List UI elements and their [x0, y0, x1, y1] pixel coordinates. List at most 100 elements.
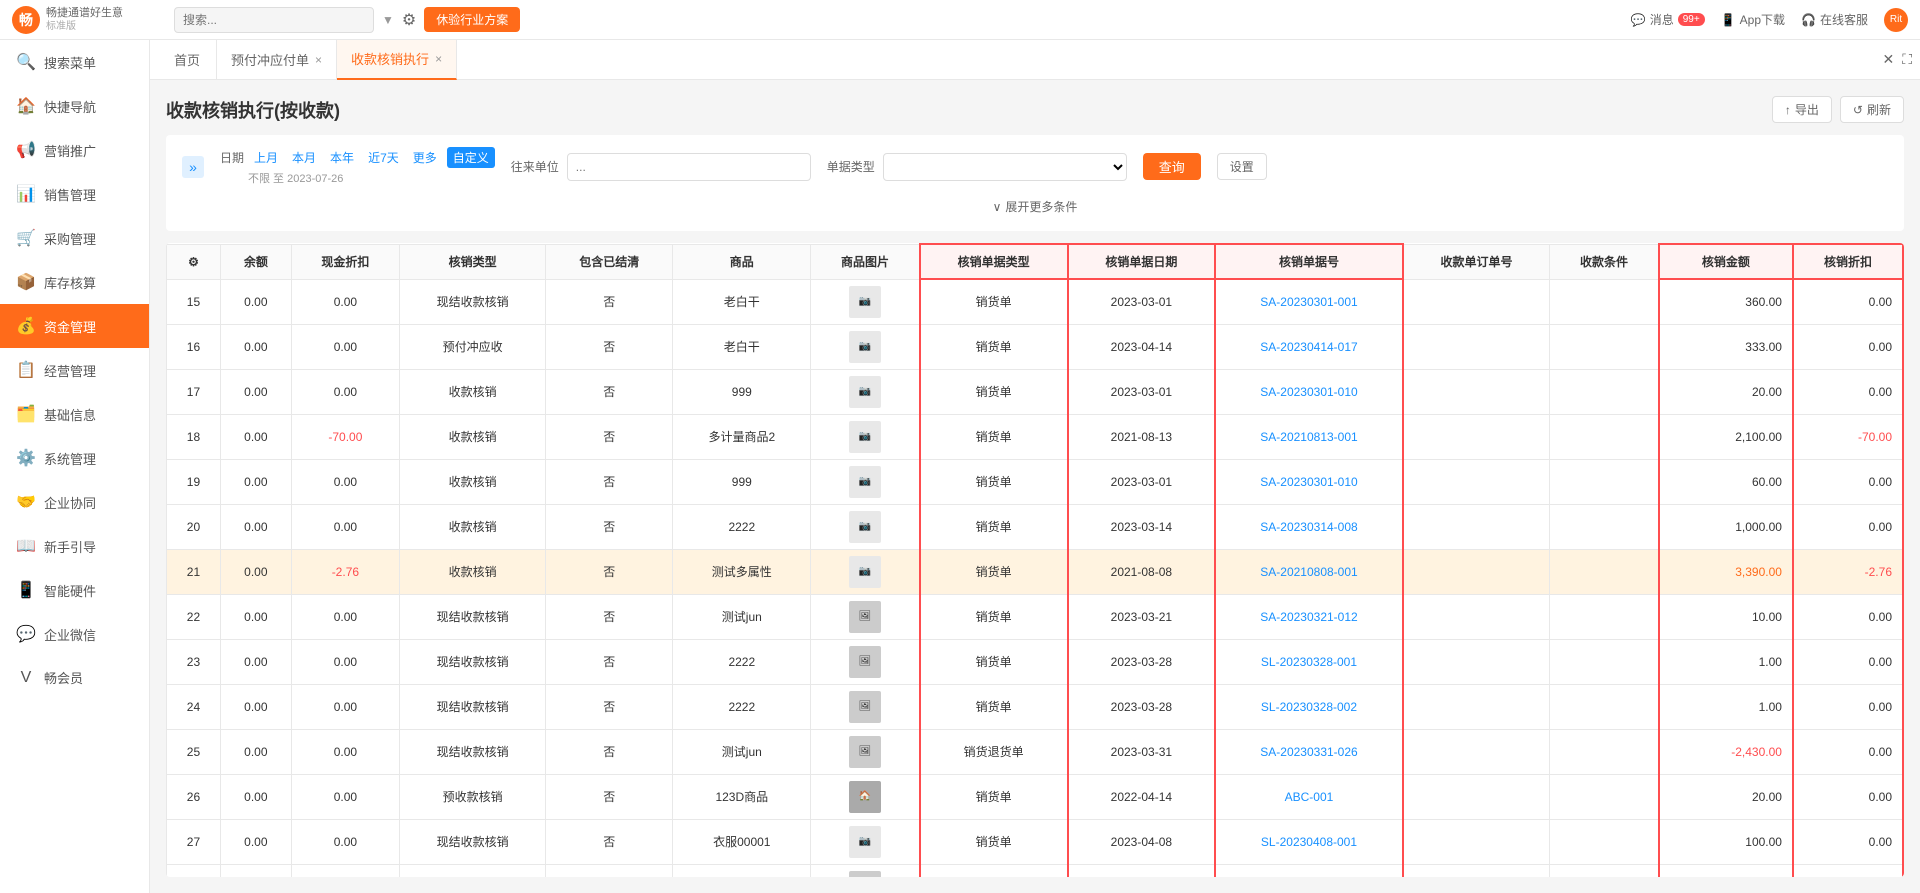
verify-bill-no-link[interactable]: SA-20210813-001 — [1260, 430, 1357, 444]
system-icon: ⚙️ — [16, 448, 36, 468]
voucher-type-select[interactable] — [883, 153, 1127, 181]
goods-thumbnail-icon: 📷 — [859, 296, 871, 307]
cell-cash-discount: 0.00 — [291, 369, 399, 414]
cell-goods-img: 🖼 — [811, 684, 920, 729]
sidebar-item-quick-nav[interactable]: 🏠快捷导航 — [0, 84, 149, 128]
cell-verify-bill-type: 销货单 — [920, 324, 1068, 369]
verify-bill-no-link[interactable]: SA-20230321-012 — [1260, 610, 1357, 624]
cell-verify-type: 现结收款核销 — [400, 729, 546, 774]
sidebar-item-search-menu[interactable]: 🔍搜索菜单 — [0, 40, 149, 84]
cell-seq: 16 — [167, 324, 221, 369]
dropdown-arrow-icon[interactable]: ▼ — [382, 13, 394, 27]
cell-verify-bill-type: 销货单 — [920, 279, 1068, 324]
sidebar-item-finance[interactable]: 💰资金管理 — [0, 304, 149, 348]
tab-home[interactable]: 首页 — [158, 40, 217, 80]
window-close-icon[interactable]: ✕ — [1882, 51, 1894, 68]
verify-bill-no-link[interactable]: SA-20210808-001 — [1260, 565, 1357, 579]
cell-goods: 老白干 — [673, 279, 811, 324]
cell-receipt-condition — [1550, 324, 1659, 369]
cell-verify-bill-no: ABC-001 — [1215, 774, 1403, 819]
sidebar-label-marketing: 营销推广 — [44, 141, 96, 160]
counterparty-input[interactable] — [567, 153, 811, 181]
refresh-button[interactable]: ↺ 刷新 — [1840, 96, 1904, 123]
cell-verify-bill-no: SL-20230328-002 — [1215, 684, 1403, 729]
expand-conditions-btn[interactable]: ∨ 展开更多条件 — [182, 194, 1888, 219]
sidebar-item-basic[interactable]: 🗂️基础信息 — [0, 392, 149, 436]
cell-balance: 0.00 — [220, 729, 291, 774]
cell-goods-img: 📷 — [811, 369, 920, 414]
app-download-btn[interactable]: 📱 App下载 — [1721, 11, 1785, 28]
cell-goods-img: 📷 — [811, 279, 920, 324]
sidebar-item-system[interactable]: ⚙️系统管理 — [0, 436, 149, 480]
cell-seq: 23 — [167, 639, 221, 684]
cell-goods: 123D商品 — [673, 774, 811, 819]
sidebar-item-wechat[interactable]: 💬企业微信 — [0, 612, 149, 656]
sidebar-item-smart-hardware[interactable]: 📱智能硬件 — [0, 568, 149, 612]
cell-verify-amount: 20.00 — [1659, 369, 1793, 414]
cell-cash-discount: 0.00 — [291, 684, 399, 729]
cell-included: 否 — [546, 864, 673, 877]
voucher-type-filter: 单据类型 — [827, 153, 1127, 181]
cell-verify-bill-type: 销货单 — [920, 504, 1068, 549]
cell-included: 否 — [546, 684, 673, 729]
th-verify-bill-date: 核销单据日期 — [1068, 244, 1216, 279]
goods-thumbnail-icon: 📷 — [859, 386, 871, 397]
sidebar-item-inventory[interactable]: 📦库存核算 — [0, 260, 149, 304]
online-service-btn[interactable]: 🎧 在线客服 — [1801, 11, 1868, 28]
industry-btn[interactable]: 休验行业方案 — [424, 7, 520, 32]
tab-prepay-close[interactable]: × — [315, 53, 322, 67]
date-btn-more[interactable]: 更多 — [409, 147, 441, 168]
settings-icon[interactable]: ⚙ — [402, 10, 416, 30]
cell-verify-bill-no: SA-20230301-010 — [1215, 369, 1403, 414]
cell-verify-amount: 1,000.00 — [1659, 504, 1793, 549]
avatar[interactable]: Rit — [1884, 8, 1908, 32]
filter-expand-btn[interactable]: » — [182, 156, 204, 178]
verify-bill-no-link[interactable]: SA-20230301-010 — [1260, 385, 1357, 399]
verify-bill-no-link[interactable]: SL-20230328-001 — [1261, 655, 1357, 669]
query-button[interactable]: 查询 — [1143, 153, 1201, 180]
tab-receipt-verify-close[interactable]: × — [435, 52, 442, 66]
cell-verify-bill-no: SA-20230414-017 — [1215, 324, 1403, 369]
verify-bill-no-link[interactable]: SA-20230314-008 — [1260, 520, 1357, 534]
window-maximize-icon[interactable]: ⛶ — [1902, 51, 1912, 68]
header-actions: ↑ 导出 ↺ 刷新 — [1772, 96, 1904, 123]
tab-receipt-verify[interactable]: 收款核销执行 × — [337, 40, 457, 80]
verify-bill-no-link[interactable]: SA-20230331-026 — [1260, 745, 1357, 759]
verify-bill-no-link[interactable]: SL-20230408-001 — [1261, 835, 1357, 849]
message-btn[interactable]: 💬 消息 99+ — [1631, 11, 1705, 28]
table-row: 17 0.00 0.00 收款核销 否 999 📷 销货单 2023-03-01… — [167, 369, 1904, 414]
date-btn-custom[interactable]: 自定义 — [447, 147, 495, 168]
th-settings[interactable]: ⚙ — [167, 244, 221, 279]
verify-bill-no-link[interactable]: SA-20230414-017 — [1260, 340, 1357, 354]
table-row: 28 0.00 0.00 现结收款核销 否 2222 🖼 销货单 2023-04… — [167, 864, 1904, 877]
table-row: 24 0.00 0.00 现结收款核销 否 2222 🖼 销货单 2023-03… — [167, 684, 1904, 729]
settings-button[interactable]: 设置 — [1217, 153, 1267, 180]
sidebar-item-marketing[interactable]: 📢营销推广 — [0, 128, 149, 172]
verify-bill-no-link[interactable]: SA-20230301-010 — [1260, 475, 1357, 489]
cell-verify-bill-date: 2023-03-01 — [1068, 459, 1216, 504]
sidebar-label-wechat: 企业微信 — [44, 625, 96, 644]
cell-included: 否 — [546, 774, 673, 819]
date-btn-last-month[interactable]: 上月 — [250, 147, 282, 168]
verify-bill-no-link[interactable]: SA-20230301-001 — [1260, 295, 1357, 309]
date-btn-this-year[interactable]: 本年 — [326, 147, 358, 168]
top-search-input[interactable] — [174, 7, 374, 33]
tab-prepay-label: 预付冲应付单 — [231, 50, 309, 69]
sidebar-item-sales[interactable]: 📊销售管理 — [0, 172, 149, 216]
verify-bill-no-link[interactable]: ABC-001 — [1285, 790, 1334, 804]
date-btn-this-month[interactable]: 本月 — [288, 147, 320, 168]
date-btn-7days[interactable]: 近7天 — [364, 147, 403, 168]
sidebar-item-member[interactable]: V畅会员 — [0, 656, 149, 699]
cell-verify-amount: 360.00 — [1659, 279, 1793, 324]
sidebar-item-business[interactable]: 📋经营管理 — [0, 348, 149, 392]
sidebar-item-guide[interactable]: 📖新手引导 — [0, 524, 149, 568]
verify-bill-no-link[interactable]: SL-20230328-002 — [1261, 700, 1357, 714]
cell-verify-discount: 0.00 — [1793, 729, 1903, 774]
sidebar-item-enterprise[interactable]: 🤝企业协同 — [0, 480, 149, 524]
export-button[interactable]: ↑ 导出 — [1772, 96, 1832, 123]
cell-verify-bill-date: 2023-03-28 — [1068, 684, 1216, 729]
cell-seq: 18 — [167, 414, 221, 459]
table-row: 15 0.00 0.00 现结收款核销 否 老白干 📷 销货单 2023-03-… — [167, 279, 1904, 324]
tab-prepay[interactable]: 预付冲应付单 × — [217, 40, 337, 80]
sidebar-item-purchase[interactable]: 🛒采购管理 — [0, 216, 149, 260]
